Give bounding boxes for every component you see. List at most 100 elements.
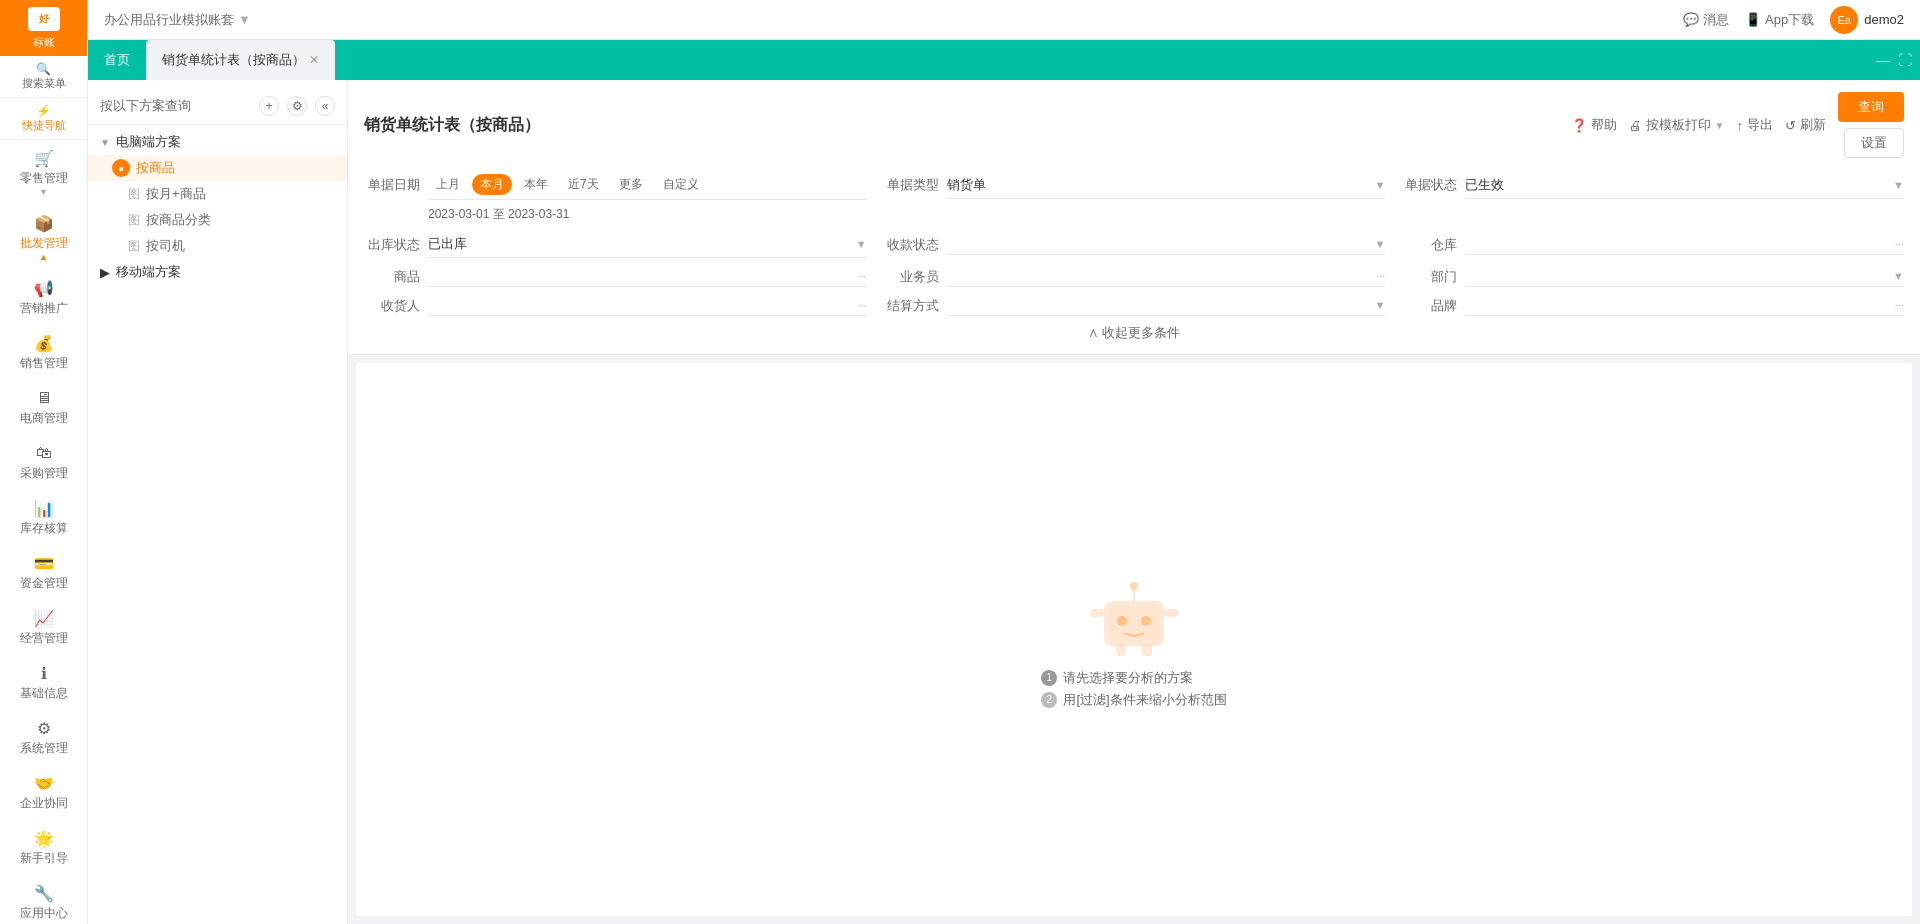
sidebar-item-operation-label: 经营管理 <box>20 630 68 647</box>
system-icon: ⚙ <box>34 718 54 738</box>
topbar: 办公用品行业模拟账套 ▼ 💬 消息 📱 App下载 Ea demo2 <box>88 0 1920 40</box>
date-pill-last-month[interactable]: 上月 <box>428 174 468 195</box>
salesman-filter-value[interactable]: ··· <box>947 266 1386 287</box>
product-more-icon[interactable]: ··· <box>857 270 866 282</box>
sidebar-item-enterprise[interactable]: 🤝 企业协同 <box>0 765 87 820</box>
tree-desktop-root[interactable]: ▼ 电脑端方案 <box>88 129 347 155</box>
salesman-more-icon[interactable]: ··· <box>1376 270 1385 282</box>
sidebar-item-inventory[interactable]: 📊 库存核算 <box>0 490 87 545</box>
export-action[interactable]: ↑ 导出 <box>1737 116 1774 134</box>
brand-filter-value[interactable]: ··· <box>1465 295 1904 316</box>
app-download-action[interactable]: 📱 App下载 <box>1745 11 1814 29</box>
topbar-title-arrow[interactable]: ▼ <box>238 12 251 27</box>
add-scheme-button[interactable]: + <box>259 96 279 116</box>
docstatus-filter-value[interactable]: 已生效 ▼ <box>1465 172 1904 199</box>
retail-arrow: ▼ <box>39 187 48 197</box>
date-filter-value[interactable]: 上月 本月 本年 近7天 更多 自定义 <box>428 170 867 200</box>
marketing-icon: 📢 <box>34 278 54 298</box>
sidebar-item-guide[interactable]: 🌟 新手引导 <box>0 820 87 875</box>
collapse-panel-button[interactable]: « <box>315 96 335 116</box>
brand-more-icon[interactable]: ··· <box>1895 299 1904 311</box>
tree-by-clerk[interactable]: 图 按司机 <box>88 233 347 259</box>
avatar: Ea <box>1830 6 1858 34</box>
date-pill-this-month[interactable]: 本月 <box>472 174 512 195</box>
setting-button[interactable]: 设置 <box>1844 128 1904 158</box>
filter-header: 销货单统计表（按商品） ❓ 帮助 🖨 按模板打印 ▼ ↑ <box>348 80 1920 355</box>
collapse-label: 收起更多条件 <box>1102 325 1180 340</box>
sidebar-item-marketing[interactable]: 📢 营销推广 <box>0 270 87 325</box>
sidebar-item-ecom[interactable]: 🖥 电商管理 <box>0 380 87 435</box>
collapse-arrow-icon: ∧ <box>1088 325 1099 340</box>
refresh-action[interactable]: ↺ 刷新 <box>1785 116 1826 134</box>
collapse-button[interactable]: ∧ 收起更多条件 <box>364 316 1904 346</box>
topbar-title: 办公用品行业模拟账套 ▼ <box>104 11 251 29</box>
product-filter-value[interactable]: ··· <box>428 266 867 287</box>
by-product-label: 按商品 <box>136 159 175 177</box>
filter-title-row: 销货单统计表（按商品） ❓ 帮助 🖨 按模板打印 ▼ ↑ <box>364 92 1904 158</box>
sidebar-item-finance[interactable]: 💳 资金管理 <box>0 545 87 600</box>
topbar-actions: 💬 消息 📱 App下载 Ea demo2 <box>1683 6 1904 34</box>
filter-row-warehouse: 仓库 ··· <box>1401 231 1904 258</box>
query-btn-area: 查询 设置 <box>1838 92 1904 158</box>
user-name: demo2 <box>1864 12 1904 27</box>
settings-scheme-button[interactable]: ⚙ <box>287 96 307 116</box>
message-action[interactable]: 💬 消息 <box>1683 11 1729 29</box>
sidebar-item-operation[interactable]: 📈 经营管理 <box>0 600 87 655</box>
sidebar-item-wholesale[interactable]: 📦 批发管理 ▲ <box>0 205 87 270</box>
date-pill-more[interactable]: 更多 <box>611 174 651 195</box>
empty-text: 1 请先选择要分析的方案 2 用[过滤]条件来缩小分析范围 <box>1041 669 1226 709</box>
tree-mobile-root[interactable]: ▶ 移动端方案 <box>88 259 347 285</box>
tree-by-month-product[interactable]: 图 按月+商品 <box>88 181 347 207</box>
print-action[interactable]: 🖨 按模板打印 ▼ <box>1629 116 1725 134</box>
doctype-filter-value[interactable]: 销货单 ▼ <box>947 172 1386 199</box>
filter-row-product: 商品 ··· <box>364 266 867 287</box>
dept-filter-value[interactable]: ▼ <box>1465 266 1904 287</box>
sidebar-search-item[interactable]: 🔍 搜索菜单 <box>0 56 87 98</box>
tab-sales-stat[interactable]: 销货单统计表（按商品） ✕ <box>146 40 335 80</box>
sidebar-nav-item[interactable]: ⚡ 快捷导航 <box>0 98 87 140</box>
by-clerk-label: 按司机 <box>146 237 185 255</box>
empty-state: 1 请先选择要分析的方案 2 用[过滤]条件来缩小分析范围 <box>1041 571 1226 709</box>
tree-by-category[interactable]: 图 按商品分类 <box>88 207 347 233</box>
warehouse-filter-value[interactable]: ··· <box>1465 234 1904 255</box>
by-category-label: 按商品分类 <box>146 211 211 229</box>
filter-title: 销货单统计表（按商品） <box>364 115 540 136</box>
tab-maximize-icon[interactable]: ⛶ <box>1898 52 1912 68</box>
refresh-icon: ↺ <box>1785 118 1796 133</box>
help-action[interactable]: ❓ 帮助 <box>1571 116 1617 134</box>
date-pill-custom[interactable]: 自定义 <box>655 174 707 195</box>
app-download-label: App下载 <box>1765 11 1814 29</box>
wholesale-arrow: ▲ <box>39 252 48 262</box>
query-button[interactable]: 查询 <box>1838 92 1904 122</box>
receiptstatus-filter-value[interactable]: ▼ <box>947 234 1386 255</box>
tab-home[interactable]: 首页 <box>88 40 146 80</box>
sidebar-item-appstore[interactable]: 🔧 应用中心 <box>0 875 87 924</box>
sidebar-item-purchase-label: 采购管理 <box>20 465 68 482</box>
user-action[interactable]: Ea demo2 <box>1830 6 1904 34</box>
product-label: 商品 <box>364 268 420 286</box>
recipient-filter-value[interactable]: ··· <box>428 295 867 316</box>
recipient-more-icon[interactable]: ··· <box>857 299 866 311</box>
filter-row-recipient: 收货人 ··· <box>364 295 867 316</box>
sidebar-item-retail[interactable]: 🛒 零售管理 ▼ <box>0 140 87 205</box>
sidebar-item-purchase[interactable]: 🛍 采购管理 <box>0 435 87 490</box>
sidebar-item-basic-label: 基础信息 <box>20 685 68 702</box>
warehouse-more-icon[interactable]: ··· <box>1895 238 1904 250</box>
right-panel: 销货单统计表（按商品） ❓ 帮助 🖨 按模板打印 ▼ ↑ <box>348 80 1920 924</box>
tab-sales-stat-close[interactable]: ✕ <box>309 53 319 67</box>
payment-filter-value[interactable]: ▼ <box>947 295 1386 316</box>
outstatus-value: 已出库 <box>428 235 852 253</box>
sidebar-item-system[interactable]: ⚙ 系统管理 <box>0 710 87 765</box>
tab-minimize-icon[interactable]: — <box>1876 52 1890 68</box>
outstatus-filter-value[interactable]: 已出库 ▼ <box>428 231 867 258</box>
left-panel-title: 按以下方案查询 <box>100 97 191 115</box>
help-icon: ❓ <box>1571 118 1587 133</box>
by-category-icon: 图 <box>128 212 140 229</box>
tree-by-product[interactable]: ● 按商品 <box>88 155 347 181</box>
date-pill-this-year[interactable]: 本年 <box>516 174 556 195</box>
svg-rect-7 <box>1164 609 1178 617</box>
main-area: 办公用品行业模拟账套 ▼ 💬 消息 📱 App下载 Ea demo2 首页 <box>88 0 1920 924</box>
sidebar-item-basic[interactable]: ℹ 基础信息 <box>0 655 87 710</box>
sidebar-item-sales[interactable]: 💰 销售管理 <box>0 325 87 380</box>
date-pill-7days[interactable]: 近7天 <box>560 174 607 195</box>
